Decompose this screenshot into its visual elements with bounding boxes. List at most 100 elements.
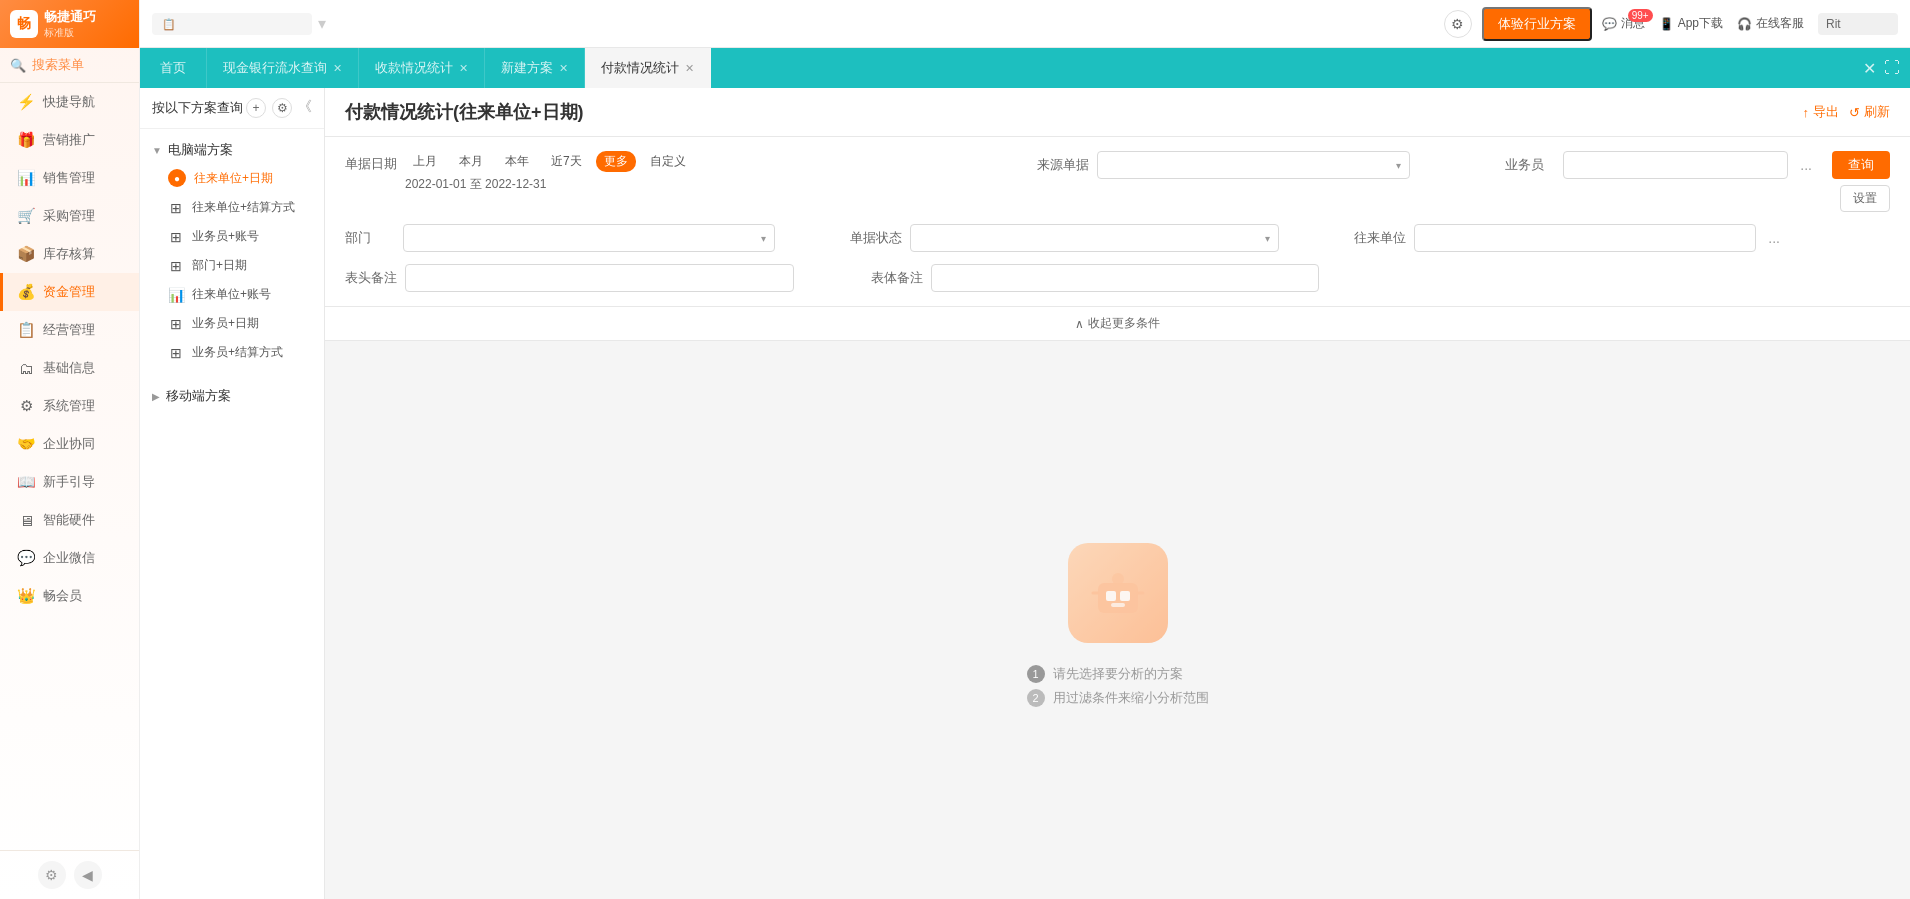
- dept-select[interactable]: ▾: [403, 224, 775, 252]
- tip-num-2: 2: [1027, 689, 1045, 707]
- page-header: 付款情况统计(往来单位+日期) ↑ 导出 ↺ 刷新: [325, 88, 1910, 137]
- status-dropdown-icon: ▾: [1265, 233, 1270, 244]
- sidebar: 畅 畅捷通巧 标准版 🔍 搜索菜单 ⚡ 快捷导航 🎁 营销推广 📊 销售管理 🛒…: [0, 0, 140, 899]
- salesman-dots-btn[interactable]: ...: [1796, 157, 1816, 173]
- topbar-user-btn[interactable]: Rit: [1818, 13, 1898, 35]
- scheme-item-sales-date[interactable]: ⊞ 业务员+日期: [140, 309, 324, 338]
- export-btn[interactable]: ↑ 导出: [1803, 103, 1840, 121]
- tab-bank[interactable]: 现金银行流水查询 ✕: [207, 48, 359, 88]
- empty-icon: [1058, 533, 1178, 653]
- tab-payment[interactable]: 付款情况统计 ✕: [585, 48, 711, 88]
- topbar-gear-btn[interactable]: ⚙: [1444, 10, 1472, 38]
- tab-receivable[interactable]: 收款情况统计 ✕: [359, 48, 485, 88]
- scheme-item-sales-account[interactable]: ⊞ 业务员+账号: [140, 222, 324, 251]
- quick-nav-icon: ⚡: [17, 93, 35, 111]
- tab-bank-close[interactable]: ✕: [333, 62, 342, 75]
- body-note-input[interactable]: [931, 264, 1320, 292]
- add-scheme-btn[interactable]: +: [246, 98, 266, 118]
- scheme-item-dept-date[interactable]: ⊞ 部门+日期: [140, 251, 324, 280]
- tab-close-all-btn[interactable]: ✕: [1863, 59, 1876, 78]
- collapse-more-btn[interactable]: ∧ 收起更多条件: [325, 307, 1910, 341]
- msg-icon: 💬: [1602, 17, 1617, 31]
- sidebar-item-weixin[interactable]: 💬 企业微信: [0, 539, 139, 577]
- voucher-status-select[interactable]: ▾: [910, 224, 1280, 252]
- sidebar-item-label: 基础信息: [43, 359, 95, 377]
- robot-svg: [1088, 563, 1148, 623]
- refresh-icon: ↺: [1849, 105, 1860, 120]
- sidebar-search[interactable]: 🔍 搜索菜单: [0, 48, 139, 83]
- sidebar-item-enterprise[interactable]: 🤝 企业协同: [0, 425, 139, 463]
- sidebar-item-member[interactable]: 👑 畅会员: [0, 577, 139, 615]
- topbar-app-btn[interactable]: 📱 App下载: [1659, 15, 1723, 32]
- topbar-msg-btn[interactable]: 💬 消息 99+: [1602, 15, 1645, 32]
- trial-btn[interactable]: 体验行业方案: [1482, 7, 1592, 41]
- tab-home[interactable]: 首页: [140, 48, 207, 88]
- search-icon: 🔍: [10, 58, 26, 73]
- tab-new-scheme-close[interactable]: ✕: [559, 62, 568, 75]
- sidebar-item-finance[interactable]: 💰 资金管理: [0, 273, 139, 311]
- sidebar-item-system[interactable]: ⚙ 系统管理: [0, 387, 139, 425]
- search-label: 搜索菜单: [32, 56, 84, 74]
- source-field: 来源单据 ▾: [1037, 151, 1411, 179]
- date-option-last7[interactable]: 近7天: [543, 151, 590, 172]
- sidebar-item-operation[interactable]: 📋 经营管理: [0, 311, 139, 349]
- topbar-service-btn[interactable]: 🎧 在线客服: [1737, 15, 1804, 32]
- left-panel: 按以下方案查询 + ⚙ 《 ▼ 电脑端方案 ● 往来单位+日期 ⊞: [140, 88, 325, 899]
- tab-receivable-label: 收款情况统计: [375, 59, 453, 77]
- refresh-btn[interactable]: ↺ 刷新: [1849, 103, 1890, 121]
- sidebar-item-label: 企业微信: [43, 549, 95, 567]
- sidebar-item-basic[interactable]: 🗂 基础信息: [0, 349, 139, 387]
- counterparty-dots-btn[interactable]: ...: [1764, 230, 1784, 246]
- desktop-scheme-title[interactable]: ▼ 电脑端方案: [140, 137, 324, 163]
- scheme-grid-icon: ⊞: [168, 200, 184, 216]
- scheme-item-unit-account[interactable]: 📊 往来单位+账号: [140, 280, 324, 309]
- sidebar-item-sales[interactable]: 📊 销售管理: [0, 159, 139, 197]
- left-panel-collapse-btn[interactable]: 《: [298, 98, 312, 118]
- scheme-item-sales-settle[interactable]: ⊞ 业务员+结算方式: [140, 338, 324, 367]
- date-option-last-month[interactable]: 上月: [405, 151, 445, 172]
- mobile-scheme-title[interactable]: ▶ 移动端方案: [140, 383, 324, 409]
- header-note-input[interactable]: [405, 264, 794, 292]
- query-btn[interactable]: 查询: [1832, 151, 1890, 179]
- date-option-this-month[interactable]: 本月: [451, 151, 491, 172]
- left-panel-title: 按以下方案查询: [152, 99, 243, 117]
- tab-new-scheme[interactable]: 新建方案 ✕: [485, 48, 585, 88]
- sidebar-item-quick-nav[interactable]: ⚡ 快捷导航: [0, 83, 139, 121]
- salesman-input[interactable]: [1563, 151, 1789, 179]
- robot-icon: [1068, 543, 1168, 643]
- desktop-arrow-icon: ▼: [152, 145, 162, 156]
- dept-dropdown-icon: ▾: [761, 233, 766, 244]
- sidebar-item-purchase[interactable]: 🛒 采购管理: [0, 197, 139, 235]
- sidebar-item-hardware[interactable]: 🖥 智能硬件: [0, 501, 139, 539]
- hardware-icon: 🖥: [17, 512, 35, 529]
- sidebar-settings-btn[interactable]: ⚙: [38, 861, 66, 889]
- date-option-this-year[interactable]: 本年: [497, 151, 537, 172]
- date-option-more[interactable]: 更多: [596, 151, 636, 172]
- counterparty-input[interactable]: [1414, 224, 1756, 252]
- service-icon: 🎧: [1737, 17, 1752, 31]
- settings-btn[interactable]: 设置: [1840, 185, 1890, 212]
- scheme-item-unit-settle[interactable]: ⊞ 往来单位+结算方式: [140, 193, 324, 222]
- content-area: 按以下方案查询 + ⚙ 《 ▼ 电脑端方案 ● 往来单位+日期 ⊞: [140, 88, 1910, 899]
- body-note-label: 表体备注: [871, 269, 923, 287]
- sidebar-collapse-btn[interactable]: ◀: [74, 861, 102, 889]
- mobile-arrow-icon: ▶: [152, 391, 160, 402]
- scheme-settings-btn[interactable]: ⚙: [272, 98, 292, 118]
- svg-rect-2: [1120, 591, 1130, 601]
- sidebar-item-label: 快捷导航: [43, 93, 95, 111]
- date-option-custom[interactable]: 自定义: [642, 151, 694, 172]
- topbar-address: 📋 ▾: [152, 13, 1434, 35]
- sidebar-item-marketing[interactable]: 🎁 营销推广: [0, 121, 139, 159]
- dept-label: 部门: [345, 229, 395, 247]
- address-bar[interactable]: 📋: [152, 13, 312, 35]
- sidebar-item-guide[interactable]: 📖 新手引导: [0, 463, 139, 501]
- address-dropdown-icon[interactable]: ▾: [318, 14, 326, 33]
- tab-receivable-close[interactable]: ✕: [459, 62, 468, 75]
- sidebar-item-label: 新手引导: [43, 473, 95, 491]
- tab-payment-close[interactable]: ✕: [685, 62, 694, 75]
- sidebar-item-inventory[interactable]: 📦 库存核算: [0, 235, 139, 273]
- tab-expand-btn[interactable]: ⛶: [1884, 59, 1900, 77]
- scheme-chart-icon: 📊: [168, 287, 184, 303]
- source-select[interactable]: ▾: [1097, 151, 1411, 179]
- scheme-item-unit-date[interactable]: ● 往来单位+日期: [140, 163, 324, 193]
